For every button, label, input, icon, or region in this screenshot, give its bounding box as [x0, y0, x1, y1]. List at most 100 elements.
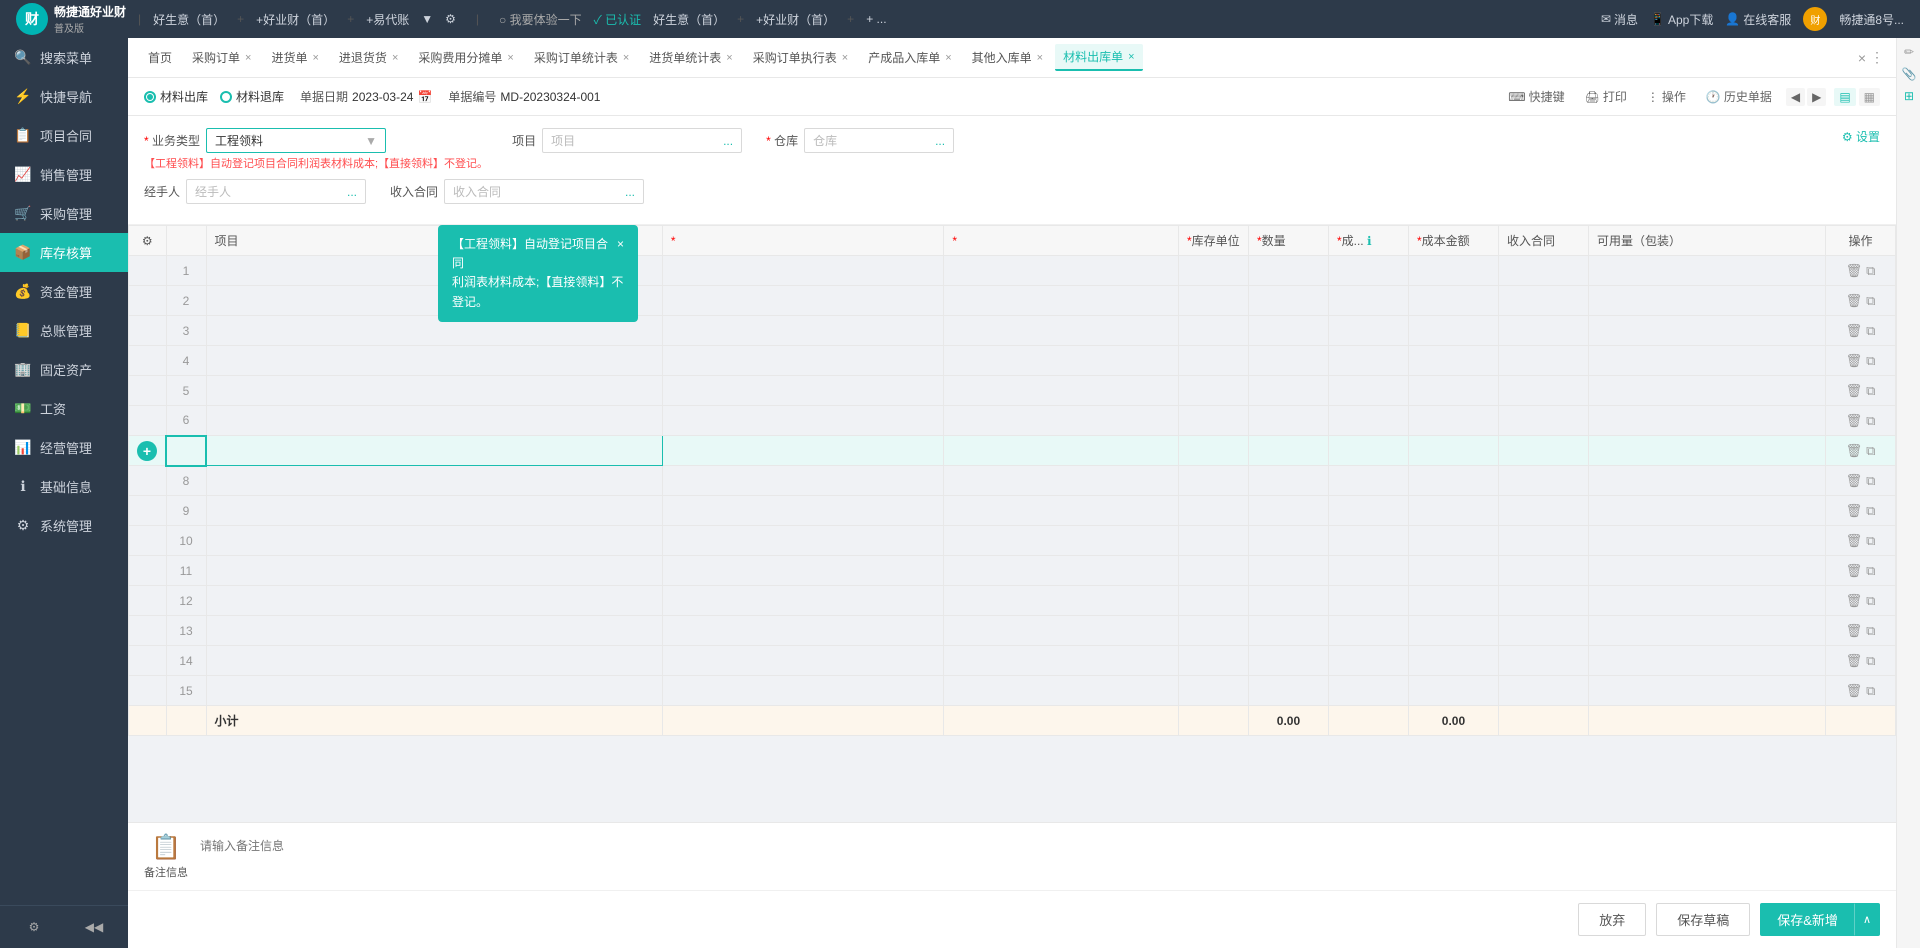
- row-input-cell[interactable]: [166, 436, 206, 466]
- cell-cost-amt[interactable]: [1408, 466, 1498, 496]
- save-new-arrow-button[interactable]: ∧: [1855, 903, 1880, 936]
- cell-spec[interactable]: [944, 376, 1179, 406]
- tab-product-in[interactable]: 产成品入库单 ×: [860, 45, 959, 70]
- cell-avail[interactable]: [1588, 496, 1825, 526]
- cell-qty[interactable]: [1248, 646, 1328, 676]
- save-draft-button[interactable]: 保存草稿: [1656, 903, 1750, 936]
- row-copy-btn[interactable]: ⧉: [1866, 413, 1875, 429]
- row-copy-btn[interactable]: ⧉: [1866, 533, 1875, 549]
- cell-unit[interactable]: [1178, 376, 1248, 406]
- cell-income[interactable]: [1498, 286, 1588, 316]
- cell-qty[interactable]: [1248, 616, 1328, 646]
- cell-material[interactable]: [662, 676, 944, 706]
- ops-btn[interactable]: ⋮ 操作: [1641, 86, 1692, 107]
- cell-cost-active[interactable]: [1328, 436, 1408, 466]
- cell-cost[interactable]: [1328, 526, 1408, 556]
- cell-cost-amt[interactable]: [1408, 256, 1498, 286]
- cell-cost-amt[interactable]: [1408, 496, 1498, 526]
- cell-spec[interactable]: [944, 676, 1179, 706]
- cell-spec[interactable]: [944, 616, 1179, 646]
- cell-material[interactable]: [662, 286, 944, 316]
- message-link[interactable]: ✉ 消息: [1601, 11, 1638, 28]
- cell-spec[interactable]: [944, 496, 1179, 526]
- tab-close-in-stats[interactable]: ×: [726, 52, 732, 64]
- cell-material[interactable]: [662, 586, 944, 616]
- certified-badge[interactable]: ✓ 已认证: [594, 11, 642, 28]
- sidebar-item-finance[interactable]: 💰 资金管理: [0, 272, 128, 311]
- cell-income[interactable]: [1498, 646, 1588, 676]
- cell-qty[interactable]: [1248, 676, 1328, 706]
- cell-project[interactable]: [206, 586, 662, 616]
- sidebar-item-search[interactable]: 🔍 搜索菜单: [0, 38, 128, 77]
- cell-spec[interactable]: [944, 586, 1179, 616]
- cell-unit[interactable]: [1178, 346, 1248, 376]
- tab-close-purchase-stats[interactable]: ×: [623, 52, 629, 64]
- cell-material[interactable]: [662, 616, 944, 646]
- cell-qty[interactable]: [1248, 346, 1328, 376]
- cell-qty[interactable]: [1248, 406, 1328, 436]
- cell-cost-amt[interactable]: [1408, 526, 1498, 556]
- tab-other-in[interactable]: 其他入库单 ×: [964, 45, 1051, 70]
- cell-spec[interactable]: [944, 466, 1179, 496]
- right-panel-view-icon[interactable]: ⊞: [1899, 86, 1919, 106]
- right-panel-attach-icon[interactable]: 📎: [1899, 64, 1919, 84]
- cell-unit[interactable]: [1178, 496, 1248, 526]
- cell-project[interactable]: [206, 646, 662, 676]
- cell-spec[interactable]: [944, 286, 1179, 316]
- row-copy-btn[interactable]: ⧉: [1866, 593, 1875, 609]
- sidebar-settings-btn[interactable]: ⚙: [8, 914, 60, 940]
- calendar-icon[interactable]: 📅: [417, 90, 432, 104]
- cell-qty-active[interactable]: [1248, 436, 1328, 466]
- tab-purchase-return[interactable]: 进退货货 ×: [331, 45, 406, 70]
- cell-unit[interactable]: [1178, 586, 1248, 616]
- cell-cost[interactable]: [1328, 496, 1408, 526]
- cell-material[interactable]: [662, 256, 944, 286]
- cell-avail[interactable]: [1588, 376, 1825, 406]
- row-delete-btn[interactable]: 🗑: [1846, 623, 1863, 639]
- cell-unit[interactable]: [1178, 256, 1248, 286]
- row-copy-btn[interactable]: ⧉: [1866, 263, 1875, 279]
- warehouse-input[interactable]: 仓库 ...: [804, 128, 954, 153]
- row-copy-btn[interactable]: ⧉: [1866, 653, 1875, 669]
- cell-project-active[interactable]: [206, 436, 662, 466]
- row-delete-btn[interactable]: 🗑: [1846, 683, 1863, 699]
- row-delete-btn[interactable]: 🗑: [1846, 503, 1863, 519]
- cell-unit-active[interactable]: [1178, 436, 1248, 466]
- cell-spec[interactable]: [944, 316, 1179, 346]
- cell-material-active[interactable]: [662, 436, 944, 466]
- row-copy-btn[interactable]: ⧉: [1866, 473, 1875, 489]
- cell-material[interactable]: [662, 556, 944, 586]
- cell-cost[interactable]: [1328, 556, 1408, 586]
- cell-material[interactable]: [662, 496, 944, 526]
- row-copy-btn[interactable]: ⧉: [1866, 443, 1875, 459]
- cell-income[interactable]: [1498, 586, 1588, 616]
- cell-cost-amt[interactable]: [1408, 376, 1498, 406]
- cell-unit[interactable]: [1178, 676, 1248, 706]
- nav-prev[interactable]: ◀: [1786, 88, 1805, 106]
- online-service-link[interactable]: 👤 在线客服: [1725, 11, 1791, 28]
- cell-unit[interactable]: [1178, 646, 1248, 676]
- row-copy-btn[interactable]: ⧉: [1866, 563, 1875, 579]
- sidebar-collapse-btn[interactable]: ◀◀: [68, 914, 120, 940]
- cell-qty[interactable]: [1248, 556, 1328, 586]
- nav2-more[interactable]: + ...: [866, 12, 886, 26]
- nav-link-haoyecai[interactable]: +好业财（首）: [256, 11, 335, 28]
- cell-avail[interactable]: [1588, 406, 1825, 436]
- cell-avail[interactable]: [1588, 466, 1825, 496]
- cell-income-active[interactable]: [1498, 436, 1588, 466]
- cell-project[interactable]: [206, 376, 662, 406]
- cell-material[interactable]: [662, 376, 944, 406]
- row-copy-btn[interactable]: ⧉: [1866, 503, 1875, 519]
- cell-cost[interactable]: [1328, 466, 1408, 496]
- tab-close-purchase-exec[interactable]: ×: [842, 52, 848, 64]
- cell-cost[interactable]: [1328, 286, 1408, 316]
- cell-income[interactable]: [1498, 256, 1588, 286]
- nav-link-yidaizhang[interactable]: +易代账: [366, 11, 409, 28]
- row-copy-btn[interactable]: ⧉: [1866, 683, 1875, 699]
- tab-close-purchase-in[interactable]: ×: [312, 52, 318, 64]
- tab-close-material-out[interactable]: ×: [1128, 51, 1134, 63]
- cell-cost[interactable]: [1328, 586, 1408, 616]
- cell-spec[interactable]: [944, 556, 1179, 586]
- cell-cost-amt[interactable]: [1408, 556, 1498, 586]
- cell-avail[interactable]: [1588, 526, 1825, 556]
